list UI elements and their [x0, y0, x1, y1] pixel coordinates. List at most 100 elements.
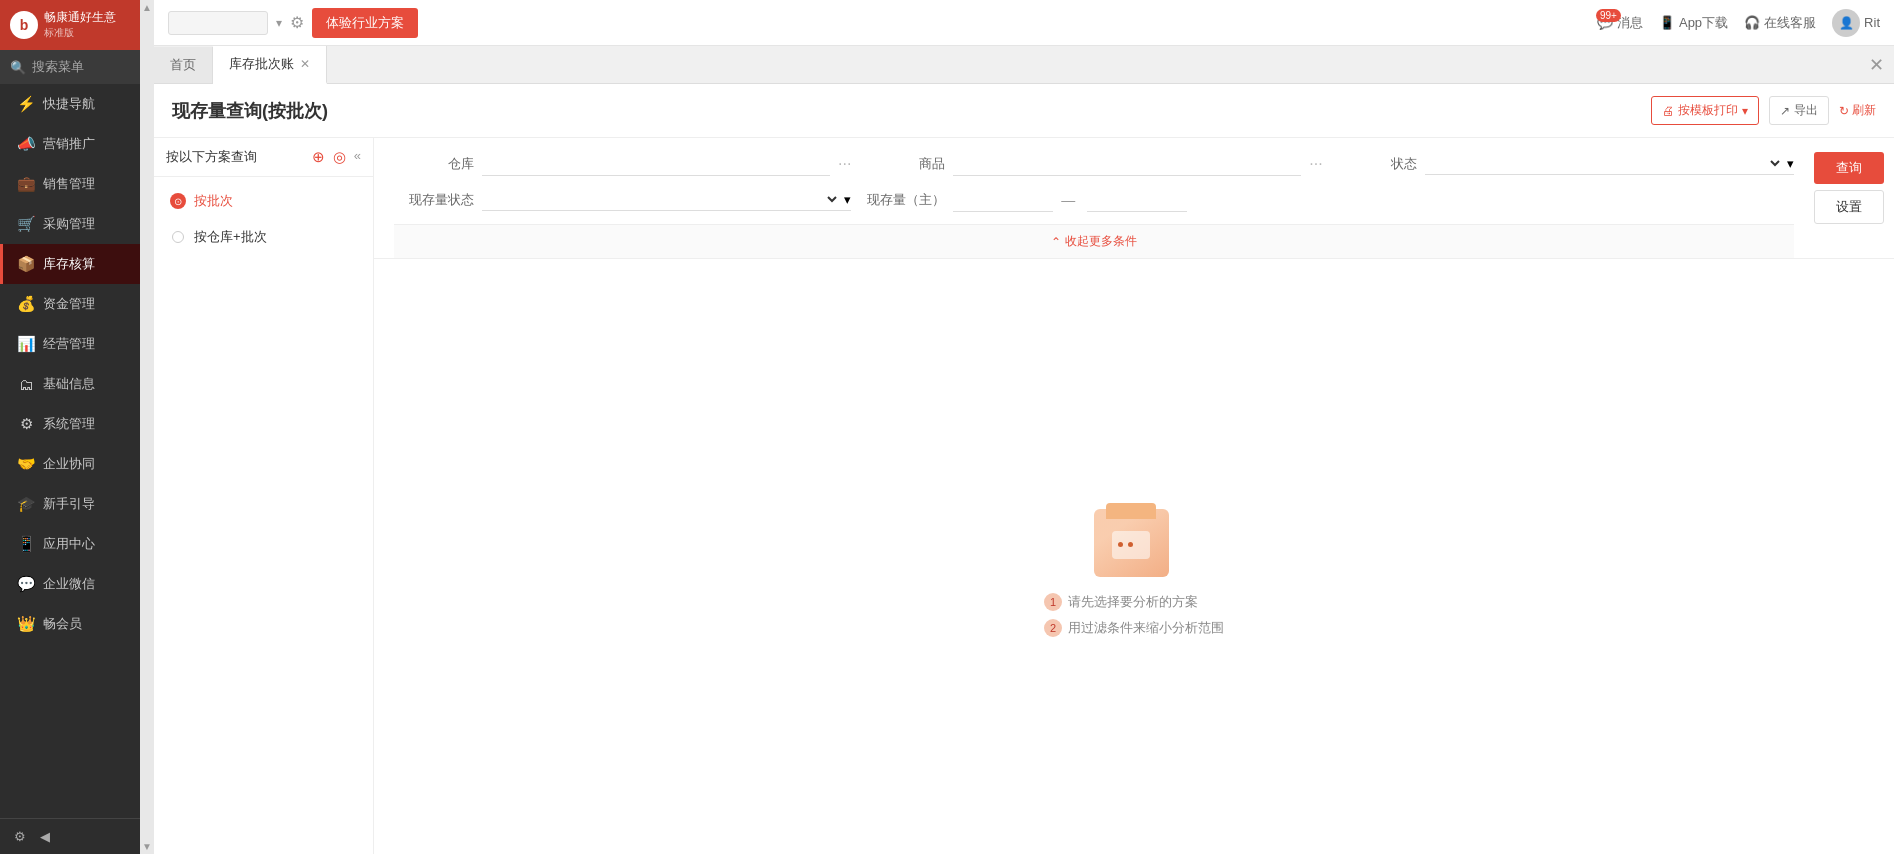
refresh-button[interactable]: ↻ 刷新 [1839, 102, 1876, 119]
goods-input[interactable] [953, 152, 1301, 176]
right-content: 仓库 ··· 商品 ··· 状态 [374, 138, 1894, 854]
warehouse-dots-icon[interactable]: ··· [838, 155, 851, 173]
sidebar-item-operation[interactable]: 📊 经营管理 [0, 324, 140, 364]
service-item[interactable]: 🎧 在线客服 [1744, 14, 1816, 32]
service-label: 在线客服 [1764, 14, 1816, 32]
circle-icon: ⊙ [174, 196, 182, 207]
sidebar-item-system[interactable]: ⚙ 系统管理 [0, 404, 140, 444]
inventory-status-select[interactable] [482, 191, 840, 208]
tab-batch-account[interactable]: 库存批次账 ✕ [213, 46, 327, 84]
sidebar-icon-appstore: 📱 [17, 535, 35, 553]
sidebar-icon-quick-nav: ⚡ [17, 95, 35, 113]
sidebar-label-purchase: 采购管理 [43, 215, 95, 233]
sidebar-label-inventory: 库存核算 [43, 255, 95, 273]
search-icon: 🔍 [10, 60, 26, 75]
refresh-label: 刷新 [1852, 102, 1876, 119]
sidebar-header: b 畅康通好生意 标准版 [0, 0, 140, 50]
inventory-qty-to[interactable] [1087, 188, 1187, 212]
inventory-status-select-wrap: ▾ [482, 189, 851, 211]
warehouse-label: 仓库 [394, 155, 474, 173]
filter-row-1: 仓库 ··· 商品 ··· 状态 [394, 152, 1794, 176]
scroll-up-arrow[interactable]: ▲ [142, 2, 152, 13]
status-select[interactable] [1425, 155, 1783, 172]
scheme-batch-label: 按批次 [194, 192, 233, 210]
empty-icon [1084, 477, 1184, 577]
tab-close-icon[interactable]: ✕ [300, 57, 310, 71]
tab-home[interactable]: 首页 [154, 47, 213, 83]
close-page-button[interactable]: ✕ [1858, 54, 1894, 76]
sidebar-bottom: ⚙ ◀ [0, 818, 140, 854]
collapse-icon[interactable]: ◀ [40, 829, 50, 844]
sidebar-item-wechat[interactable]: 💬 企业微信 [0, 564, 140, 604]
export-button[interactable]: ↗ 导出 [1769, 96, 1829, 125]
inventory-status-dropdown-icon: ▾ [844, 192, 851, 207]
inventory-qty-from[interactable] [953, 188, 1053, 212]
sidebar-item-appstore[interactable]: 📱 应用中心 [0, 524, 140, 564]
app-label: App下载 [1679, 14, 1728, 32]
tab-bar: 首页 库存批次账 ✕ ✕ [154, 46, 1894, 84]
sidebar-item-purchase[interactable]: 🛒 采购管理 [0, 204, 140, 244]
scheme-item-warehouse-batch[interactable]: 按仓库+批次 [154, 219, 373, 255]
sidebar-item-inventory[interactable]: 📦 库存核算 [0, 244, 140, 284]
left-panel-title: 按以下方案查询 [166, 148, 257, 166]
set-button[interactable]: 设置 [1814, 190, 1884, 224]
edition-label: 标准版 [44, 26, 116, 40]
print-label: 按模板打印 [1678, 102, 1738, 119]
page-actions: 🖨 按模板打印 ▾ ↗ 导出 ↻ 刷新 [1651, 96, 1876, 125]
search-input[interactable] [168, 11, 268, 35]
gear-icon[interactable]: ⚙ [290, 13, 304, 32]
search-label: 搜索菜单 [32, 58, 84, 76]
left-panel-header: 按以下方案查询 ⊕ ◎ « [154, 138, 373, 177]
target-icon[interactable]: ◎ [333, 148, 346, 166]
left-panel-icons: ⊕ ◎ « [312, 148, 361, 166]
sidebar-item-newbie[interactable]: 🎓 新手引导 [0, 484, 140, 524]
top-bar: ▾ ⚙ 体验行业方案 💬 99+ 消息 📱 App下载 🎧 在线客服 👤 [154, 0, 1894, 46]
sidebar-item-finance[interactable]: 💰 资金管理 [0, 284, 140, 324]
scroll-down-arrow[interactable]: ▼ [142, 841, 152, 852]
sidebar-icon-purchase: 🛒 [17, 215, 35, 233]
query-button[interactable]: 查询 [1814, 152, 1884, 184]
sidebar-item-quick-nav[interactable]: ⚡ 快捷导航 [0, 84, 140, 124]
add-scheme-icon[interactable]: ⊕ [312, 148, 325, 166]
collapse-left-icon[interactable]: « [354, 148, 361, 166]
top-bar-right: 💬 99+ 消息 📱 App下载 🎧 在线客服 👤 Rit [1597, 9, 1880, 37]
headset-icon: 🎧 [1744, 15, 1760, 30]
sidebar-item-vip[interactable]: 👑 畅会员 [0, 604, 140, 644]
box-lid [1106, 503, 1156, 519]
dropdown-button[interactable]: ▾ [276, 16, 282, 30]
sidebar-icon-operation: 📊 [17, 335, 35, 353]
message-item[interactable]: 💬 99+ 消息 [1597, 14, 1643, 32]
sidebar-icon-wechat: 💬 [17, 575, 35, 593]
sidebar-item-enterprise[interactable]: 🤝 企业协同 [0, 444, 140, 484]
sidebar-item-sales[interactable]: 💼 销售管理 [0, 164, 140, 204]
user-item[interactable]: 👤 Rit [1832, 9, 1880, 37]
collapse-more-button[interactable]: ⌃ 收起更多条件 [394, 224, 1794, 258]
warehouse-input[interactable] [482, 152, 830, 176]
sidebar-item-basic[interactable]: 🗂 基础信息 [0, 364, 140, 404]
inventory-status-label: 现存量状态 [394, 191, 474, 209]
sidebar-label-appstore: 应用中心 [43, 535, 95, 553]
status-label: 状态 [1337, 155, 1417, 173]
sidebar-item-marketing[interactable]: 📣 营销推广 [0, 124, 140, 164]
trial-button[interactable]: 体验行业方案 [312, 8, 418, 38]
print-button[interactable]: 🖨 按模板打印 ▾ [1651, 96, 1759, 125]
sidebar-search[interactable]: 🔍 搜索菜单 [0, 50, 140, 84]
sidebar: b 畅康通好生意 标准版 🔍 搜索菜单 ⚡ 快捷导航 📣 营销推广 💼 销售管理… [0, 0, 140, 854]
eye-right [1128, 542, 1133, 547]
sidebar-label-quick-nav: 快捷导航 [43, 95, 95, 113]
sidebar-nav: ⚡ 快捷导航 📣 营销推广 💼 销售管理 🛒 采购管理 📦 库存核算 💰 资金管… [0, 84, 140, 818]
sidebar-icon-newbie: 🎓 [17, 495, 35, 513]
app-download-item[interactable]: 📱 App下载 [1659, 14, 1728, 32]
left-panel: 按以下方案查询 ⊕ ◎ « ⊙ 按批次 [154, 138, 374, 854]
sidebar-label-system: 系统管理 [43, 415, 95, 433]
scheme-dot-active: ⊙ [170, 193, 186, 209]
export-label: 导出 [1794, 102, 1818, 119]
scheme-dot [170, 229, 186, 245]
settings-icon[interactable]: ⚙ [14, 829, 26, 844]
goods-dots-icon[interactable]: ··· [1309, 155, 1322, 173]
sidebar-icon-finance: 💰 [17, 295, 35, 313]
user-name: Rit [1864, 15, 1880, 30]
body-split: 按以下方案查询 ⊕ ◎ « ⊙ 按批次 [154, 138, 1894, 854]
hint-num-2: 2 [1044, 619, 1062, 637]
scheme-item-batch[interactable]: ⊙ 按批次 [154, 183, 373, 219]
